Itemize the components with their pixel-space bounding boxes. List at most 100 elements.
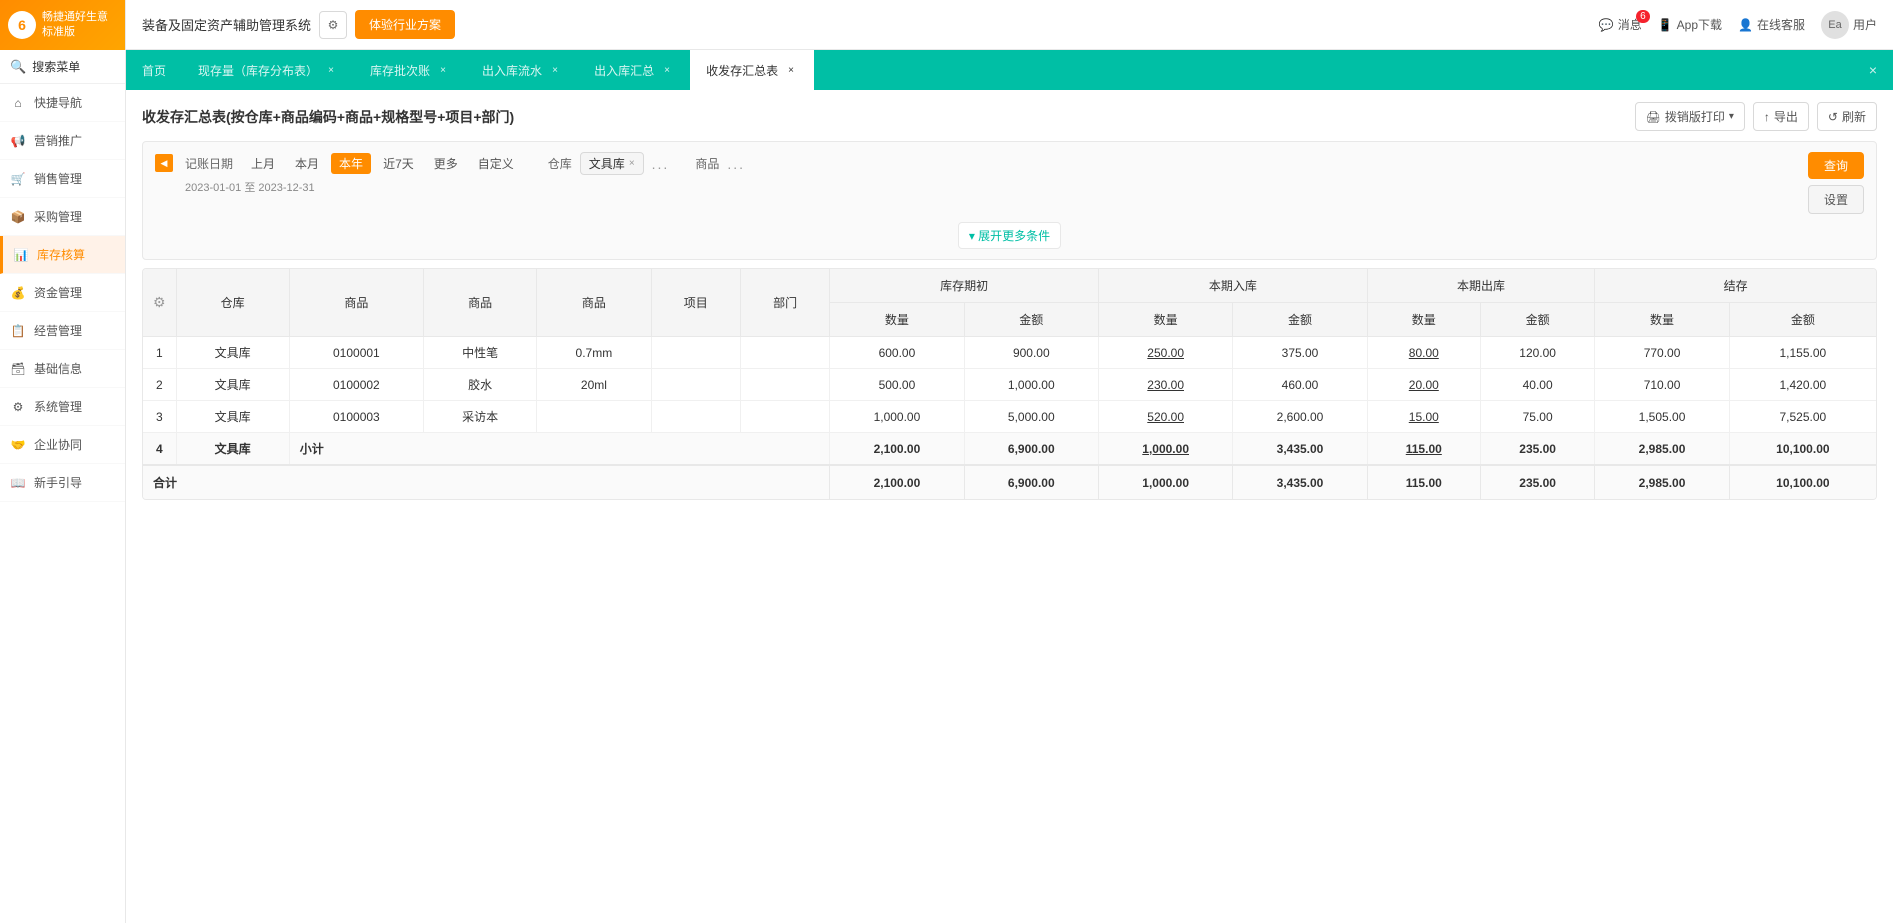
cell-out-qty[interactable]: 20.00 [1367, 369, 1480, 401]
warehouse-tag-close[interactable]: × [629, 158, 635, 169]
settings-gear-btn[interactable]: ⚙ [319, 11, 347, 39]
setting-btn[interactable]: 设置 [1808, 185, 1864, 214]
tab-close-in-out-summary[interactable]: × [660, 63, 674, 77]
cell-in-qty[interactable]: 250.00 [1098, 337, 1232, 369]
cell-out-amt: 120.00 [1480, 337, 1594, 369]
cell-goods-code: 0100003 [289, 401, 423, 433]
cell-bal-amt: 1,155.00 [1729, 337, 1876, 369]
cell-bal-amt: 1,420.00 [1729, 369, 1876, 401]
goods-filter-label: 商品 [695, 155, 719, 172]
date-buttons: 上月 本月 本年 近7天 更多 自定义 [243, 153, 522, 174]
sidebar-item-marketing[interactable]: 📢 营销推广 [0, 122, 125, 160]
cell-in-qty[interactable]: 230.00 [1098, 369, 1232, 401]
cell-in-amt: 460.00 [1233, 369, 1367, 401]
date-range-display: 2023-01-01 至 2023-12-31 [185, 179, 1796, 195]
trial-btn[interactable]: 体验行业方案 [355, 10, 455, 39]
th-bal-amt: 金额 [1729, 303, 1876, 337]
subtotal-warehouse: 文具库 [176, 433, 289, 466]
app-download-btn[interactable]: 📱 App下载 [1658, 16, 1722, 33]
export-btn[interactable]: ↑ 导出 [1753, 102, 1809, 131]
sidebar-item-basic-info[interactable]: 🗃 基础信息 [0, 350, 125, 388]
th-bal-qty: 数量 [1595, 303, 1729, 337]
tab-batch-account[interactable]: 库存批次账 × [354, 50, 466, 90]
date-btn-this-year[interactable]: 本年 [331, 153, 371, 174]
online-service-btn[interactable]: 👤 在线客服 [1738, 16, 1805, 33]
tab-close-in-out-flow[interactable]: × [548, 63, 562, 77]
total-in-qty: 1,000.00 [1098, 465, 1232, 499]
date-btn-last-month[interactable]: 上月 [243, 153, 283, 174]
warehouse-more-btn[interactable]: ... [652, 156, 670, 172]
message-btn[interactable]: 💬 消息 6 [1599, 16, 1642, 33]
subtotal-out-amt: 235.00 [1480, 433, 1594, 466]
subtotal-open-qty: 2,100.00 [830, 433, 964, 466]
subtotal-open-amt: 6,900.00 [964, 433, 1098, 466]
sidebar-item-sales[interactable]: 🛒 销售管理 [0, 160, 125, 198]
print-icon: 🖨 [1646, 110, 1661, 124]
cell-no: 1 [143, 337, 176, 369]
print-btn[interactable]: 🖨 拨销版打印 ▾ [1635, 102, 1745, 131]
refresh-btn[interactable]: ↺ 刷新 [1817, 102, 1877, 131]
table-row: 1 文具库 0100001 中性笔 0.7mm 600.00 900.00 25… [143, 337, 1876, 369]
tabbar-close-all-btn[interactable]: × [1853, 50, 1893, 90]
cell-out-qty[interactable]: 15.00 [1367, 401, 1480, 433]
date-btn-custom[interactable]: 自定义 [470, 153, 522, 174]
cell-out-amt: 75.00 [1480, 401, 1594, 433]
date-btn-7days[interactable]: 近7天 [375, 153, 422, 174]
cell-department [740, 401, 829, 433]
refresh-icon: ↺ [1828, 110, 1838, 124]
subtotal-in-qty[interactable]: 1,000.00 [1098, 433, 1232, 466]
sidebar-item-enterprise[interactable]: 🤝 企业协同 [0, 426, 125, 464]
sidebar-item-operations[interactable]: 📋 经营管理 [0, 312, 125, 350]
brand-info: 畅捷通好生意 标准版 [42, 10, 108, 41]
cell-out-qty[interactable]: 80.00 [1367, 337, 1480, 369]
date-btn-this-month[interactable]: 本月 [287, 153, 327, 174]
cell-goods-name: 中性笔 [424, 337, 537, 369]
search-menu-item[interactable]: 🔍 搜索菜单 [0, 50, 125, 84]
th-project: 项目 [651, 269, 740, 337]
filter-toggle-btn[interactable]: ◀ [155, 154, 173, 172]
th-period-open-group: 库存期初 [830, 269, 1099, 303]
tab-close-inventory-dist[interactable]: × [324, 63, 338, 77]
tab-inventory-dist[interactable]: 现存量（库存分布表） × [182, 50, 354, 90]
total-open-amt: 6,900.00 [964, 465, 1098, 499]
tab-in-out-summary[interactable]: 出入库汇总 × [578, 50, 690, 90]
subtotal-out-qty[interactable]: 115.00 [1367, 433, 1480, 466]
tab-receipt-summary[interactable]: 收发存汇总表 × [690, 50, 814, 90]
column-settings-icon[interactable]: ⚙ [153, 294, 166, 310]
tab-in-out-flow[interactable]: 出入库流水 × [466, 50, 578, 90]
subtotal-in-amt: 3,435.00 [1233, 433, 1367, 466]
tab-close-receipt-summary[interactable]: × [784, 63, 798, 77]
cell-warehouse: 文具库 [176, 369, 289, 401]
guide-icon: 📖 [10, 475, 26, 491]
th-goods-code: 商品 [289, 269, 423, 337]
date-btn-more[interactable]: 更多 [426, 153, 466, 174]
tab-home[interactable]: 首页 [126, 50, 182, 90]
sidebar-item-quick-nav[interactable]: ⌂ 快捷导航 [0, 84, 125, 122]
total-row: 合计 2,100.00 6,900.00 1,000.00 3,435.00 1… [143, 465, 1876, 499]
sidebar-item-finance[interactable]: 💰 资金管理 [0, 274, 125, 312]
subtotal-row: 4 文具库 小计 2,100.00 6,900.00 1,000.00 3,43… [143, 433, 1876, 466]
cell-bal-qty: 1,505.00 [1595, 401, 1729, 433]
sidebar-item-purchase[interactable]: 📦 采购管理 [0, 198, 125, 236]
expand-more-btn[interactable]: ▾ 展开更多条件 [958, 222, 1061, 249]
total-in-amt: 3,435.00 [1233, 465, 1367, 499]
download-icon: 📱 [1658, 18, 1673, 32]
table-row: 2 文具库 0100002 胶水 20ml 500.00 1,000.00 23… [143, 369, 1876, 401]
tab-close-batch-account[interactable]: × [436, 63, 450, 77]
user-btn[interactable]: Ea 用户 [1821, 11, 1877, 39]
marketing-icon: 📢 [10, 133, 26, 149]
cell-project [651, 337, 740, 369]
system-title: 装备及固定资产辅助管理系统 [142, 15, 311, 34]
query-btn[interactable]: 查询 [1808, 152, 1864, 179]
goods-more-btn[interactable]: ... [727, 156, 745, 172]
cell-open-qty: 1,000.00 [830, 401, 964, 433]
finance-icon: 💰 [10, 285, 26, 301]
cell-in-qty[interactable]: 520.00 [1098, 401, 1232, 433]
cell-no: 2 [143, 369, 176, 401]
cell-goods-spec [537, 401, 651, 433]
sidebar-item-system[interactable]: ⚙ 系统管理 [0, 388, 125, 426]
inventory-icon: 📊 [13, 247, 29, 263]
page-container: 收发存汇总表(按仓库+商品编码+商品+规格型号+项目+部门) 🖨 拨销版打印 ▾… [126, 90, 1893, 923]
sidebar-item-guide[interactable]: 📖 新手引导 [0, 464, 125, 502]
sidebar-item-inventory[interactable]: 📊 库存核算 [0, 236, 125, 274]
